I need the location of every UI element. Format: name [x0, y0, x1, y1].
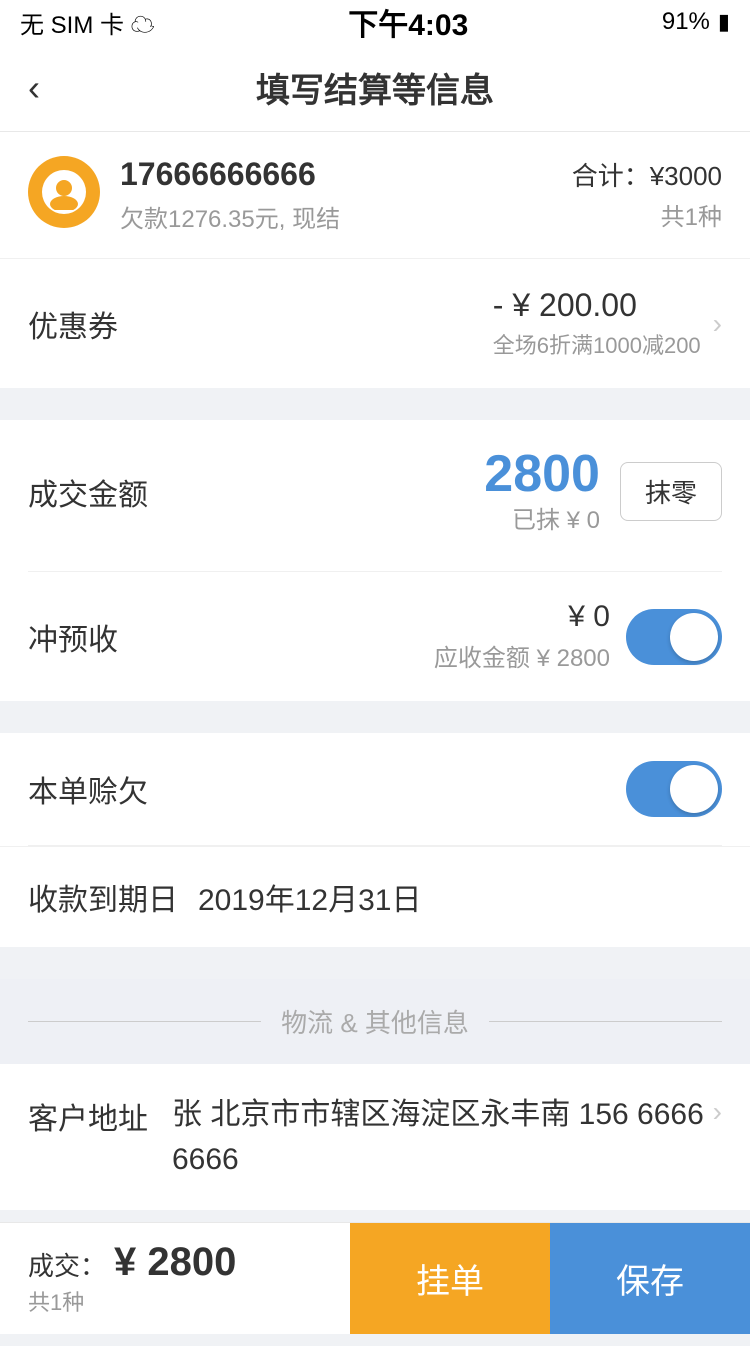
customer-info: 17666666666 欠款1276.35元, 现结 [120, 156, 340, 234]
avatar-icon [42, 170, 86, 214]
prepay-toggle[interactable] [626, 609, 722, 665]
total-count: 共1种 [572, 197, 722, 232]
coupon-chevron-icon: › [713, 308, 722, 340]
footer: 成交： ¥ 2800 共1种 挂单 保存 [0, 1222, 750, 1334]
save-button[interactable]: 保存 [550, 1223, 750, 1334]
customer-sub-info: 欠款1276.35元, 现结 [120, 199, 340, 234]
battery-icon: ▮ [718, 9, 730, 35]
round-zero-button[interactable]: 抹零 [620, 462, 722, 521]
hang-order-button[interactable]: 挂单 [350, 1223, 550, 1334]
debt-card: 本单赊欠 收款到期日 2019年12月31日 [0, 733, 750, 947]
footer-amount: ¥ 2800 [114, 1240, 236, 1285]
amount-section: 成交金额 2800 已抹 ¥ 0 抹零 [0, 420, 750, 571]
amount-label: 成交金额 [28, 470, 148, 514]
customer-phone: 17666666666 [120, 156, 340, 193]
coupon-right: - ¥ 200.00 全场6折满1000减200 › [493, 287, 722, 360]
date-value: 2019年12月31日 [198, 875, 421, 919]
coupon-info: - ¥ 200.00 全场6折满1000减200 [493, 287, 701, 360]
nav-bar: ‹ 填写结算等信息 [0, 44, 750, 132]
signal-text: 无 SIM 卡 ☁ [20, 5, 155, 40]
total-label: 合计：¥3000 [572, 156, 722, 193]
address-card: 客户地址 张 北京市市辖区海淀区永丰南 156 6666 6666 › [0, 1064, 750, 1210]
amount-sub: 已抹 ¥ 0 [484, 500, 600, 535]
coupon-section[interactable]: 优惠券 - ¥ 200.00 全场6折满1000减200 › [0, 258, 750, 388]
status-time: 下午4:03 [348, 0, 468, 44]
battery-text: 91% [662, 8, 710, 36]
debt-toggle-knob [670, 765, 718, 813]
sep-line-right [489, 1021, 722, 1022]
customer-card: 17666666666 欠款1276.35元, 现结 合计：¥3000 共1种 … [0, 132, 750, 388]
footer-deal-row: 成交： ¥ 2800 [28, 1240, 322, 1285]
customer-left: 17666666666 欠款1276.35元, 现结 [28, 156, 340, 234]
toggle-knob [670, 613, 718, 661]
date-label: 收款到期日 [28, 875, 178, 919]
amount-value: 2800 [484, 448, 600, 500]
customer-section: 17666666666 欠款1276.35元, 现结 合计：¥3000 共1种 [0, 132, 750, 258]
debt-label: 本单赊欠 [28, 767, 148, 811]
address-value: 张 北京市市辖区海淀区永丰南 156 6666 6666 [172, 1092, 713, 1182]
avatar [28, 156, 100, 228]
content: 17666666666 欠款1276.35元, 现结 合计：¥3000 共1种 … [0, 132, 750, 1346]
date-section: 收款到期日 2019年12月31日 [0, 846, 750, 947]
amount-card: 成交金额 2800 已抹 ¥ 0 抹零 冲预收 ¥ 0 应收金额 ¥ 2800 [0, 420, 750, 701]
coupon-discount: - ¥ 200.00 [493, 287, 701, 324]
logistics-label: 物流 & 其他信息 [261, 1003, 489, 1040]
address-chevron-icon: › [713, 1092, 722, 1128]
amount-right: 2800 已抹 ¥ 0 [484, 448, 600, 535]
footer-count: 共1种 [28, 1285, 322, 1317]
coupon-desc: 全场6折满1000减200 [493, 328, 701, 360]
prepay-value: ¥ 0 [434, 600, 610, 634]
sep-line-left [28, 1021, 261, 1022]
prepay-section: 冲预收 ¥ 0 应收金额 ¥ 2800 [0, 572, 750, 701]
customer-right: 合计：¥3000 共1种 [572, 156, 722, 232]
prepay-right: ¥ 0 应收金额 ¥ 2800 [434, 600, 722, 673]
status-left: 无 SIM 卡 ☁ [20, 5, 155, 40]
footer-info: 成交： ¥ 2800 共1种 [0, 1223, 350, 1334]
amount-row: 成交金额 2800 已抹 ¥ 0 抹零 [28, 448, 722, 535]
status-right: 91% ▮ [662, 8, 730, 36]
amount-value-group: 2800 已抹 ¥ 0 抹零 [484, 448, 722, 535]
prepay-amount-group: ¥ 0 应收金额 ¥ 2800 [434, 600, 610, 673]
status-bar: 无 SIM 卡 ☁ 下午4:03 91% ▮ [0, 0, 750, 44]
prepay-label: 冲预收 [28, 615, 118, 659]
address-label: 客户地址 [28, 1092, 148, 1138]
footer-deal-label: 成交： [28, 1246, 106, 1283]
grey-gap-3 [0, 963, 750, 979]
debt-toggle[interactable] [626, 761, 722, 817]
address-section[interactable]: 客户地址 张 北京市市辖区海淀区永丰南 156 6666 6666 › [0, 1064, 750, 1210]
grey-gap-1 [0, 404, 750, 420]
coupon-label: 优惠券 [28, 302, 118, 346]
prepay-sub: 应收金额 ¥ 2800 [434, 638, 610, 673]
grey-gap-2 [0, 717, 750, 733]
page-title: 填写结算等信息 [256, 63, 494, 112]
logistics-separator: 物流 & 其他信息 [0, 979, 750, 1064]
debt-section: 本单赊欠 [0, 733, 750, 845]
back-button[interactable]: ‹ [28, 67, 40, 109]
